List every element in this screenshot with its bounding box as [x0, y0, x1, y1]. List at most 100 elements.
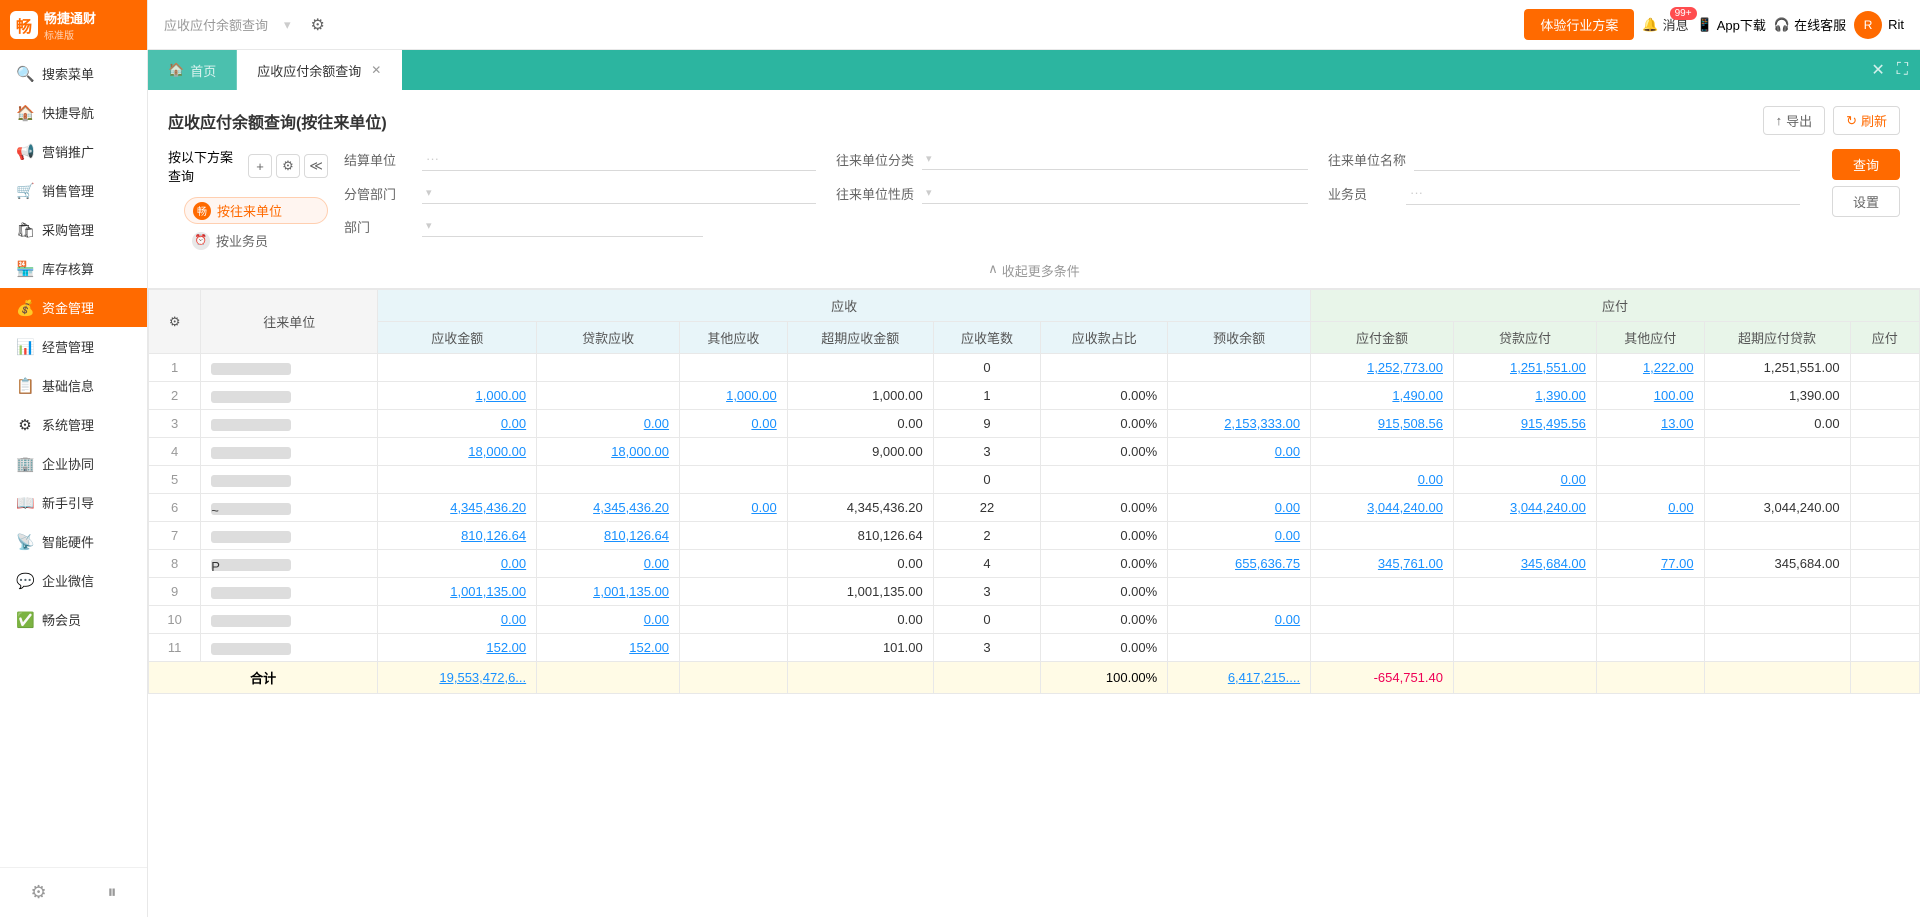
table-cell-link[interactable] — [680, 354, 788, 382]
table-cell-link[interactable] — [1311, 634, 1454, 662]
sidebar-item-finance[interactable]: 💰 资金管理 — [0, 288, 147, 327]
table-cell-link[interactable] — [537, 354, 680, 382]
table-cell-link[interactable]: 1,252,773.00 — [1311, 354, 1454, 382]
table-cell-link[interactable]: 0.00 — [1168, 606, 1311, 634]
table-cell-link[interactable] — [1168, 354, 1311, 382]
table-cell-link[interactable] — [378, 354, 537, 382]
table-cell-link[interactable]: 1,001,135.00 — [378, 578, 537, 606]
sidebar-item-search[interactable]: 🔍 搜索菜单 — [0, 54, 147, 93]
table-cell-link[interactable]: 0.00 — [1454, 466, 1597, 494]
refresh-button[interactable]: ↻ 刷新 — [1833, 106, 1900, 135]
table-cell-link[interactable]: 77.00 — [1596, 550, 1704, 578]
table-cell-link[interactable] — [1311, 438, 1454, 466]
table-cell-link[interactable] — [378, 466, 537, 494]
table-cell-link[interactable]: 0.00 — [378, 410, 537, 438]
table-cell-link[interactable] — [1596, 578, 1704, 606]
sidebar-item-basic[interactable]: 📋 基础信息 — [0, 366, 147, 405]
table-cell-link[interactable]: 18,000.00 — [537, 438, 680, 466]
table-cell-link[interactable]: 3,044,240.00 — [1311, 494, 1454, 522]
table-cell-link[interactable]: 0.00 — [680, 494, 788, 522]
table-cell-link[interactable]: 1,000.00 — [680, 382, 788, 410]
table-cell-link[interactable] — [1596, 634, 1704, 662]
table-cell-link[interactable] — [1596, 606, 1704, 634]
tab-maximize-button[interactable]: ⛶ — [1893, 57, 1912, 83]
add-scheme-button[interactable]: + — [248, 154, 272, 178]
settings-button[interactable]: 设置 — [1832, 186, 1900, 217]
table-cell-link[interactable]: 1,222.00 — [1596, 354, 1704, 382]
table-cell-link[interactable]: 2,153,333.00 — [1168, 410, 1311, 438]
table-cell-link[interactable] — [1454, 578, 1597, 606]
online-service-button[interactable]: 🎧 在线客服 — [1774, 15, 1846, 34]
table-cell-link[interactable] — [1596, 522, 1704, 550]
table-cell-link[interactable] — [1454, 634, 1597, 662]
notify-button[interactable]: 🔔 消息 99+ — [1642, 15, 1688, 34]
table-cell-link[interactable]: 345,684.00 — [1454, 550, 1597, 578]
table-cell-link[interactable]: 152.00 — [378, 634, 537, 662]
table-cell-link[interactable]: 3,044,240.00 — [1454, 494, 1597, 522]
table-cell-link[interactable] — [1311, 522, 1454, 550]
settings-scheme-button[interactable]: ⚙ — [276, 154, 300, 178]
table-cell-link[interactable] — [1596, 466, 1704, 494]
table-cell-link[interactable]: 810,126.64 — [537, 522, 680, 550]
footer-ar-amount[interactable]: 19,553,472,6... — [378, 662, 537, 694]
table-cell-link[interactable]: 4,345,436.20 — [537, 494, 680, 522]
table-cell-link[interactable]: 1,251,551.00 — [1454, 354, 1597, 382]
table-cell-link[interactable]: 4,345,436.20 — [378, 494, 537, 522]
table-cell-link[interactable]: 0.00 — [378, 606, 537, 634]
query-button[interactable]: 查询 — [1832, 149, 1900, 180]
table-settings-th[interactable]: ⚙ — [149, 290, 201, 354]
table-cell-link[interactable] — [1454, 438, 1597, 466]
table-cell-link[interactable]: 0.00 — [537, 550, 680, 578]
sidebar-item-corp[interactable]: 🏢 企业协同 — [0, 444, 147, 483]
table-cell-link[interactable] — [1168, 578, 1311, 606]
topbar-gear-button[interactable]: ⚙ — [307, 11, 329, 39]
table-cell-link[interactable]: 0.00 — [1596, 494, 1704, 522]
sidebar-item-sales[interactable]: 🛒 销售管理 — [0, 171, 147, 210]
tab-home[interactable]: 🏠 首页 — [148, 50, 237, 90]
table-cell-link[interactable] — [1168, 466, 1311, 494]
sidebar-item-member[interactable]: ✅ 畅会员 — [0, 600, 147, 639]
sidebar-item-guide[interactable]: 📖 新手引导 — [0, 483, 147, 522]
sidebar-collapse-button[interactable]: ⏸ — [100, 878, 125, 907]
collapse-bar[interactable]: ∧ 收起更多条件 — [168, 253, 1900, 288]
table-cell-link[interactable]: 100.00 — [1596, 382, 1704, 410]
table-cell-link[interactable] — [680, 466, 788, 494]
unit-name-input[interactable] — [1414, 147, 1800, 171]
table-cell-link[interactable] — [680, 438, 788, 466]
table-cell-link[interactable]: 0.00 — [537, 606, 680, 634]
table-cell-link[interactable] — [1596, 438, 1704, 466]
table-cell-link[interactable]: 1,001,135.00 — [537, 578, 680, 606]
table-cell-link[interactable]: 1,000.00 — [378, 382, 537, 410]
unit-nature-select[interactable]: ▾ — [922, 182, 1308, 204]
tab-close-all-button[interactable]: ✕ — [1867, 56, 1888, 84]
settlement-unit-input[interactable]: ··· — [422, 147, 816, 171]
salesperson-input[interactable]: ··· — [1406, 181, 1800, 205]
table-cell-link[interactable] — [1168, 634, 1311, 662]
table-cell-link[interactable]: 13.00 — [1596, 410, 1704, 438]
table-cell-link[interactable]: 345,761.00 — [1311, 550, 1454, 578]
collapse-scheme-button[interactable]: ≪ — [304, 154, 328, 178]
user-profile[interactable]: R Rit — [1854, 11, 1904, 39]
industry-plan-button[interactable]: 体验行业方案 — [1524, 9, 1634, 40]
sidebar-item-hardware[interactable]: 📡 智能硬件 — [0, 522, 147, 561]
table-cell-link[interactable] — [680, 578, 788, 606]
sidebar-item-marketing[interactable]: 📢 营销推广 — [0, 132, 147, 171]
table-cell-link[interactable]: 152.00 — [537, 634, 680, 662]
table-cell-link[interactable]: 18,000.00 — [378, 438, 537, 466]
table-cell-link[interactable] — [680, 522, 788, 550]
table-cell-link[interactable]: 915,495.56 — [1454, 410, 1597, 438]
sidebar-settings-button[interactable]: ⚙ — [22, 878, 54, 907]
table-cell-link[interactable] — [680, 606, 788, 634]
table-cell-link[interactable]: 915,508.56 — [1311, 410, 1454, 438]
unit-category-select[interactable]: ▾ — [922, 148, 1308, 170]
sidebar-item-quicknav[interactable]: 🏠 快捷导航 — [0, 93, 147, 132]
table-cell-link[interactable] — [1168, 382, 1311, 410]
table-cell-link[interactable] — [680, 634, 788, 662]
tab-close-button[interactable]: ✕ — [371, 63, 381, 77]
table-cell-link[interactable]: 0.00 — [537, 410, 680, 438]
table-cell-link[interactable]: 0.00 — [1168, 522, 1311, 550]
table-cell-link[interactable]: 0.00 — [680, 410, 788, 438]
dept-select[interactable]: ▾ — [422, 215, 703, 237]
export-button[interactable]: ↑ 导出 — [1763, 106, 1826, 135]
sidebar-item-ops[interactable]: 📊 经营管理 — [0, 327, 147, 366]
